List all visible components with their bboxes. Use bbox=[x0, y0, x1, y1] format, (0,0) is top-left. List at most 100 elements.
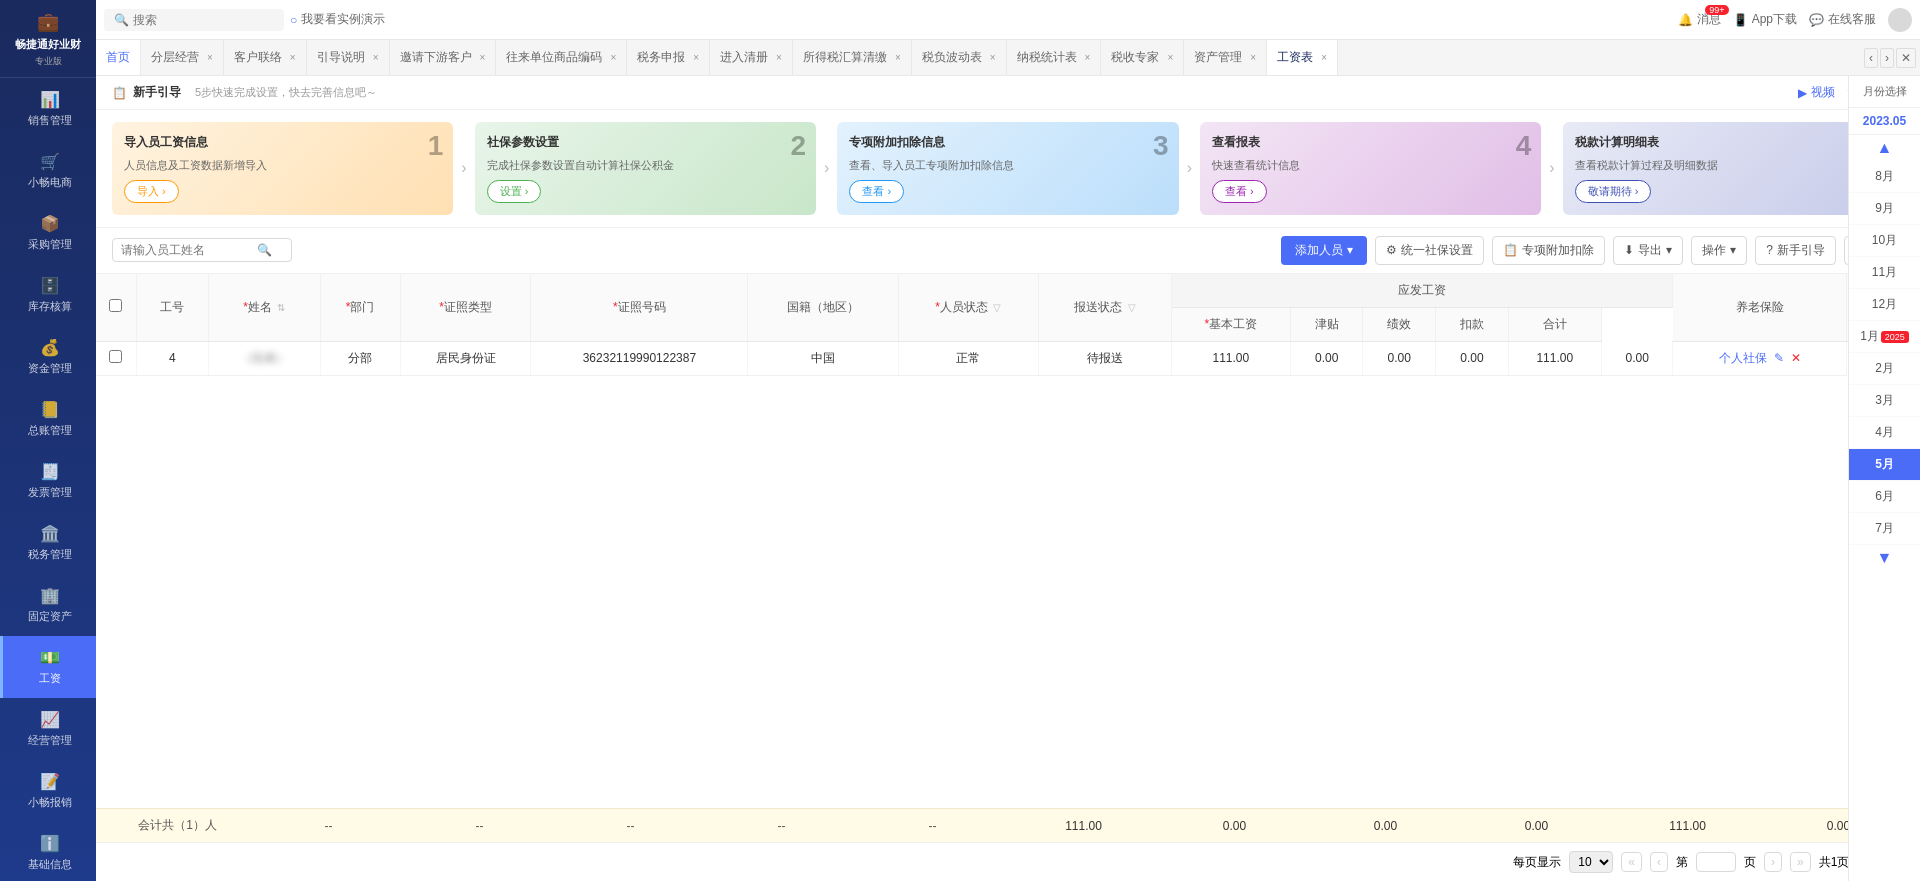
special-deduction-button[interactable]: 📋 专项附加扣除 bbox=[1492, 236, 1605, 265]
sidebar-item-固定资产[interactable]: 🏢 固定资产 bbox=[0, 574, 96, 636]
tab-close-1[interactable]: × bbox=[207, 52, 213, 63]
unified-settings-button[interactable]: ⚙ 统一社保设置 bbox=[1375, 236, 1484, 265]
tab-prev-button[interactable]: ‹ bbox=[1864, 48, 1878, 68]
sidebar-item-销售管理[interactable]: 📊 销售管理 bbox=[0, 78, 96, 140]
cell-dept-0: 分部 bbox=[320, 341, 400, 375]
month-item-7月[interactable]: 7月 bbox=[1849, 513, 1920, 545]
sidebar-item-经营管理[interactable]: 📈 经营管理 bbox=[0, 698, 96, 760]
sidebar-item-资金管理[interactable]: 💰 资金管理 bbox=[0, 326, 96, 388]
tab-6[interactable]: 税务申报× bbox=[627, 40, 710, 76]
message-button[interactable]: 🔔 消息 99+ bbox=[1678, 11, 1721, 28]
month-down-button[interactable]: ▼ bbox=[1849, 545, 1920, 571]
new-guide-button[interactable]: ? 新手引导 bbox=[1755, 236, 1836, 265]
page-input[interactable]: 1 bbox=[1696, 852, 1736, 872]
month-item-3月[interactable]: 3月 bbox=[1849, 385, 1920, 417]
row-checkbox-0[interactable] bbox=[109, 350, 122, 363]
online-service-button[interactable]: 💬 在线客服 bbox=[1809, 11, 1876, 28]
sidebar-item-总账管理[interactable]: 📒 总账管理 bbox=[0, 388, 96, 450]
month-item-5月[interactable]: 5月 bbox=[1849, 449, 1920, 481]
report-status-filter-icon[interactable]: ▽ bbox=[1128, 302, 1136, 313]
step-5-title: 税款计算明细表 bbox=[1575, 134, 1892, 151]
step-2-button[interactable]: 设置 › bbox=[487, 180, 542, 203]
tab-next-button[interactable]: › bbox=[1880, 48, 1894, 68]
sidebar-item-库存核算[interactable]: 🗄️ 库存核算 bbox=[0, 264, 96, 326]
tab-3[interactable]: 引导说明× bbox=[307, 40, 390, 76]
tab-close-10[interactable]: × bbox=[1085, 52, 1091, 63]
sidebar-item-基础信息[interactable]: ℹ️ 基础信息 bbox=[0, 822, 96, 881]
tab-13[interactable]: 工资表× bbox=[1267, 40, 1338, 76]
name-sort-icon[interactable]: ⇅ bbox=[277, 302, 285, 313]
month-item-6月[interactable]: 6月 bbox=[1849, 481, 1920, 513]
tab-close-2[interactable]: × bbox=[290, 52, 296, 63]
action-edit-0[interactable]: ✎ bbox=[1774, 351, 1784, 365]
employee-search-input[interactable] bbox=[121, 243, 251, 257]
month-item-9月[interactable]: 9月 bbox=[1849, 193, 1920, 225]
sidebar-label-1: 小畅电商 bbox=[28, 175, 72, 190]
action-personal-0[interactable]: 个人社保 bbox=[1719, 351, 1767, 365]
sidebar-item-小畅报销[interactable]: 📝 小畅报销 bbox=[0, 760, 96, 822]
step-arrow-4: › bbox=[1549, 122, 1554, 215]
demo-link[interactable]: ○ 我要看实例演示 bbox=[290, 11, 385, 28]
step-3-button[interactable]: 查看 › bbox=[849, 180, 904, 203]
month-item-8月[interactable]: 8月 bbox=[1849, 161, 1920, 193]
sidebar-item-发票管理[interactable]: 🧾 发票管理 bbox=[0, 450, 96, 512]
guide-video-link[interactable]: ▶ 视频 bbox=[1798, 84, 1835, 101]
tab-close-12[interactable]: × bbox=[1250, 52, 1256, 63]
page-prev-button[interactable]: ‹ bbox=[1650, 852, 1668, 872]
tab-5[interactable]: 往来单位商品编码× bbox=[496, 40, 627, 76]
step-1-button[interactable]: 导入 › bbox=[124, 180, 179, 203]
tab-close-4[interactable]: × bbox=[480, 52, 486, 63]
month-item-10月[interactable]: 10月 bbox=[1849, 225, 1920, 257]
page-first-button[interactable]: « bbox=[1621, 852, 1642, 872]
tab-7[interactable]: 进入清册× bbox=[710, 40, 793, 76]
tab-1[interactable]: 分层经营× bbox=[141, 40, 224, 76]
avatar[interactable] bbox=[1888, 8, 1912, 32]
tab-0[interactable]: 首页 bbox=[96, 40, 141, 76]
th-performance: 绩效 bbox=[1363, 307, 1436, 341]
tab-close-all-button[interactable]: ✕ bbox=[1896, 48, 1916, 68]
tab-2[interactable]: 客户联络× bbox=[224, 40, 307, 76]
tab-close-6[interactable]: × bbox=[693, 52, 699, 63]
salary-table: 工号 *姓名 ⇅ *部门 *证照类型 *证照号码 国籍（地区） *人员状态 ▽ … bbox=[96, 274, 1920, 376]
global-search-input[interactable] bbox=[133, 13, 253, 27]
operations-button[interactable]: 操作 ▾ bbox=[1691, 236, 1747, 265]
footer-performance-total: 0.00 bbox=[1320, 819, 1451, 833]
page-size-select[interactable]: 10 20 50 bbox=[1569, 851, 1613, 873]
person-status-filter-icon[interactable]: ▽ bbox=[993, 302, 1001, 313]
step-4-button[interactable]: 查看 › bbox=[1212, 180, 1267, 203]
select-all-checkbox[interactable] bbox=[109, 299, 122, 312]
month-item-4月[interactable]: 4月 bbox=[1849, 417, 1920, 449]
month-item-1月[interactable]: 1月2025 bbox=[1849, 321, 1920, 353]
sidebar-item-小畅电商[interactable]: 🛒 小畅电商 bbox=[0, 140, 96, 202]
cell-basic-0: 111.00 bbox=[1171, 341, 1290, 375]
action-delete-0[interactable]: ✕ bbox=[1791, 351, 1801, 365]
tab-10[interactable]: 纳税统计表× bbox=[1007, 40, 1102, 76]
tab-close-3[interactable]: × bbox=[373, 52, 379, 63]
tab-close-9[interactable]: × bbox=[990, 52, 996, 63]
month-item-11月[interactable]: 11月 bbox=[1849, 257, 1920, 289]
add-person-button[interactable]: 添加人员 ▾ bbox=[1281, 236, 1367, 265]
sidebar-item-采购管理[interactable]: 📦 采购管理 bbox=[0, 202, 96, 264]
tab-4[interactable]: 邀请下游客户× bbox=[390, 40, 497, 76]
page-next-button[interactable]: › bbox=[1764, 852, 1782, 872]
employee-search-wrap[interactable]: 🔍 bbox=[112, 238, 292, 262]
month-item-2月[interactable]: 2月 bbox=[1849, 353, 1920, 385]
tab-11[interactable]: 税收专家× bbox=[1101, 40, 1184, 76]
month-up-button[interactable]: ▲ bbox=[1849, 135, 1920, 161]
tab-close-11[interactable]: × bbox=[1167, 52, 1173, 63]
export-button[interactable]: ⬇ 导出 ▾ bbox=[1613, 236, 1683, 265]
tab-close-8[interactable]: × bbox=[895, 52, 901, 63]
sidebar-item-税务管理[interactable]: 🏛️ 税务管理 bbox=[0, 512, 96, 574]
global-search[interactable]: 🔍 bbox=[104, 9, 284, 31]
tab-close-5[interactable]: × bbox=[610, 52, 616, 63]
step-5-button[interactable]: 敬请期待 › bbox=[1575, 180, 1652, 203]
tab-close-13[interactable]: × bbox=[1321, 52, 1327, 63]
sidebar-item-工资[interactable]: 💵 工资 bbox=[0, 636, 96, 698]
page-last-button[interactable]: » bbox=[1790, 852, 1811, 872]
month-item-12月[interactable]: 12月 bbox=[1849, 289, 1920, 321]
tab-close-7[interactable]: × bbox=[776, 52, 782, 63]
tab-9[interactable]: 税负波动表× bbox=[912, 40, 1007, 76]
tab-8[interactable]: 所得税汇算清缴× bbox=[793, 40, 912, 76]
app-download-button[interactable]: 📱 App下载 bbox=[1733, 11, 1797, 28]
tab-12[interactable]: 资产管理× bbox=[1184, 40, 1267, 76]
